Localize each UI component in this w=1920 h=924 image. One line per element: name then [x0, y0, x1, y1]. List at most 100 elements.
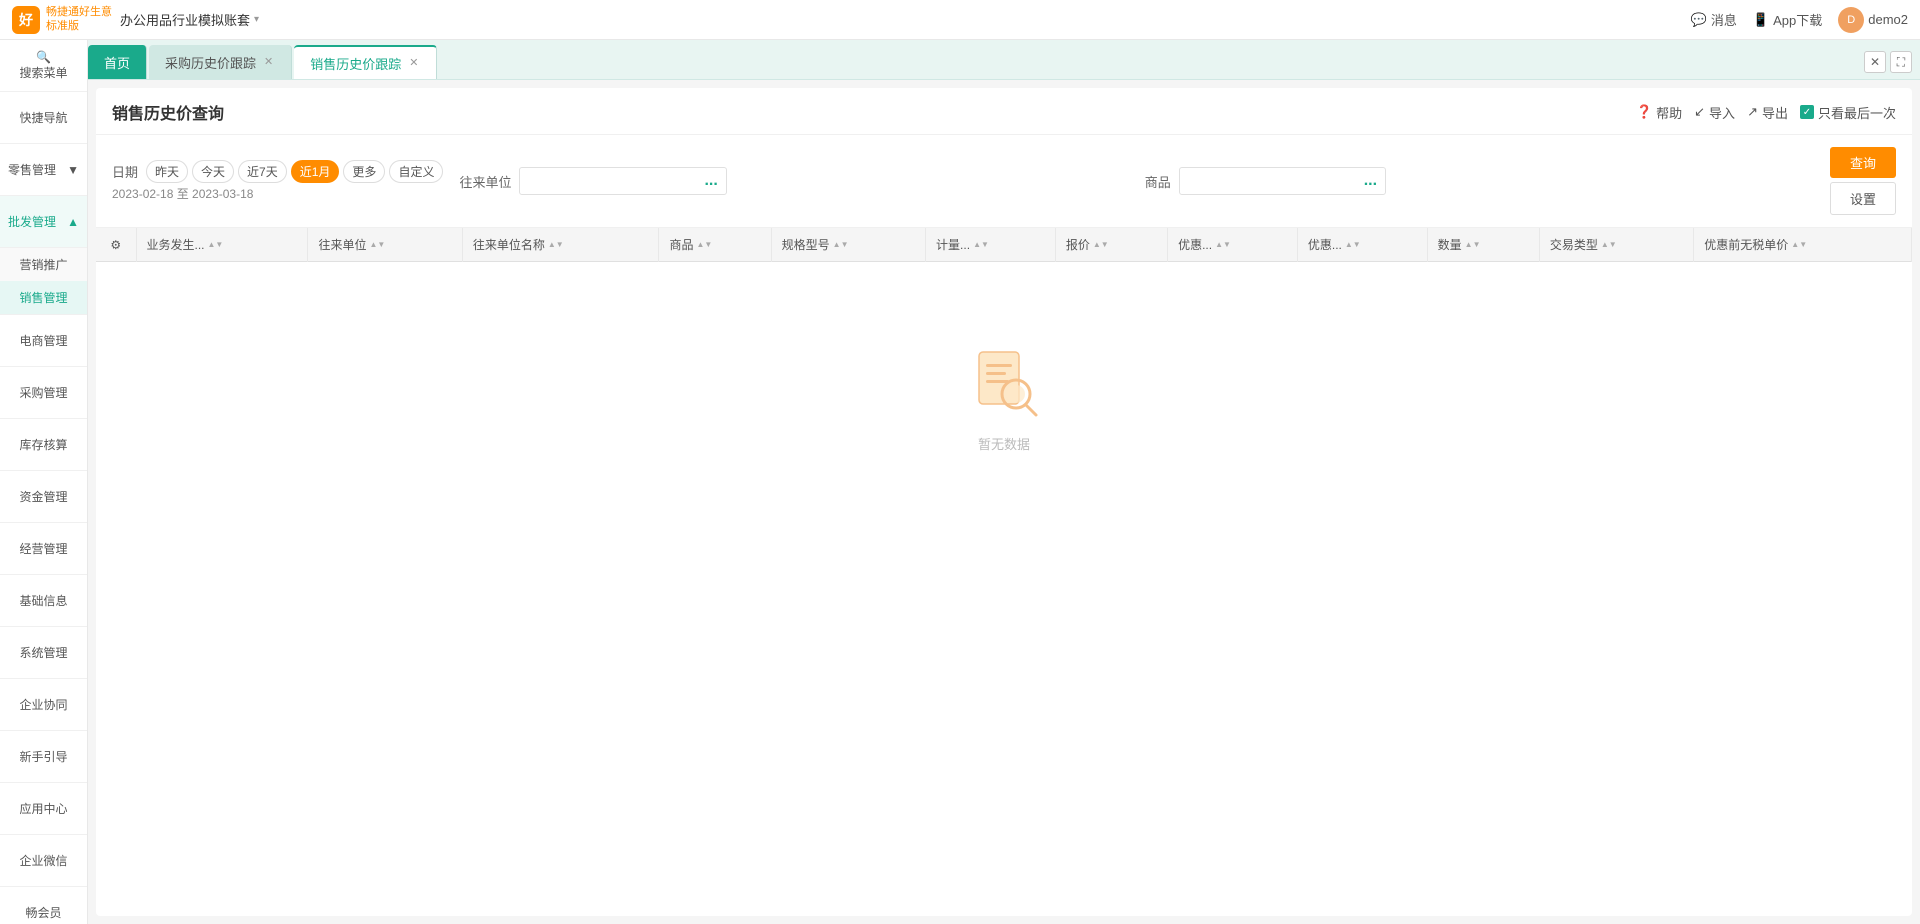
content-area: 首页 采购历史价跟踪 ✕ 销售历史价跟踪 ✕ ✕ ⛶ 销售历史价查询	[88, 40, 1920, 924]
checkbox-checked-icon: ✓	[1800, 105, 1814, 119]
tab-close-all-button[interactable]: ✕	[1864, 51, 1886, 73]
data-table: ⚙ 业务发生... ▲▼	[96, 228, 1912, 262]
only-last-checkbox-label[interactable]: ✓ 只看最后一次	[1800, 103, 1896, 122]
date-btn-more[interactable]: 更多	[343, 160, 385, 183]
column-quote-price[interactable]: 报价 ▲▼	[1055, 228, 1167, 262]
sidebar-item-sales[interactable]: 销售管理	[0, 281, 87, 314]
sidebar-item-wholesale[interactable]: 批发管理 ▲	[0, 196, 87, 248]
goods-input[interactable]	[1188, 174, 1364, 189]
date-btn-today[interactable]: 今天	[192, 160, 234, 183]
empty-text: 暂无数据	[978, 434, 1030, 453]
column-biz-date[interactable]: 业务发生... ▲▼	[136, 228, 308, 262]
partner-dots-button[interactable]: ...	[704, 172, 717, 190]
import-button[interactable]: ↙ 导入	[1694, 103, 1735, 122]
sidebar-item-ops[interactable]: 经营管理	[0, 523, 87, 575]
sidebar-item-search[interactable]: 🔍 搜索菜单	[0, 40, 87, 92]
app-selector-label: 办公用品行业模拟账套	[120, 10, 250, 29]
column-discount1[interactable]: 优惠... ▲▼	[1168, 228, 1298, 262]
search-icon: 🔍	[36, 50, 51, 64]
sidebar-item-enterprise[interactable]: 企业协同	[0, 679, 87, 731]
sidebar-item-newguide[interactable]: 新手引导	[0, 731, 87, 783]
sort-arrows-pretax-price: ▲▼	[1791, 241, 1807, 249]
column-partner-code[interactable]: 往来单位 ▲▼	[308, 228, 462, 262]
chevron-up-icon: ▲	[67, 215, 79, 229]
settings-button[interactable]: 设置	[1830, 182, 1896, 215]
tab-bar-right: ✕ ⛶	[1856, 45, 1920, 79]
sort-arrows-quote-price: ▲▼	[1093, 241, 1109, 249]
goods-dots-button[interactable]: ...	[1364, 172, 1377, 190]
help-icon: ❓	[1636, 104, 1652, 120]
avatar: D	[1838, 7, 1864, 33]
column-partner-name[interactable]: 往来单位名称 ▲▼	[462, 228, 659, 262]
tab-close-purchase-icon[interactable]: ✕	[262, 56, 275, 69]
tab-purchase-history[interactable]: 采购历史价跟踪 ✕	[149, 45, 292, 79]
sidebar-item-retail[interactable]: 零售管理 ▼	[0, 144, 87, 196]
sort-arrows-partner-code: ▲▼	[369, 241, 385, 249]
goods-filter-label: 商品	[1145, 172, 1171, 191]
column-discount2[interactable]: 优惠... ▲▼	[1297, 228, 1427, 262]
sort-arrows-unit: ▲▼	[973, 241, 989, 249]
tab-close-sales-icon[interactable]: ✕	[407, 57, 420, 70]
column-spec[interactable]: 规格型号 ▲▼	[771, 228, 925, 262]
date-btn-custom[interactable]: 自定义	[389, 160, 443, 183]
empty-state: 暂无数据	[96, 262, 1912, 533]
sort-arrows-biz-date: ▲▼	[208, 241, 224, 249]
sidebar-item-ecommerce[interactable]: 电商管理	[0, 315, 87, 367]
date-buttons: 昨天 今天 近7天 近1月 更多 自定义	[146, 160, 443, 183]
sidebar-item-inventory[interactable]: 库存核算	[0, 419, 87, 471]
page-body: 销售历史价查询 ❓ 帮助 ↙ 导入 ↗ 导出	[96, 88, 1912, 916]
sidebar-item-appcenter[interactable]: 应用中心	[0, 783, 87, 835]
download-icon: 📱	[1753, 12, 1769, 28]
filter-goods-group: 商品 ...	[1145, 167, 1814, 195]
app-download-button[interactable]: 📱 App下载	[1753, 10, 1822, 29]
partner-input[interactable]	[528, 174, 704, 189]
column-pretax-price[interactable]: 优惠前无税单价 ▲▼	[1694, 228, 1912, 262]
top-bar-left: 好 畅捷通好生意 标准版 办公用品行业模拟账套 ▾	[12, 6, 259, 34]
column-trade-type[interactable]: 交易类型 ▲▼	[1539, 228, 1693, 262]
sidebar-item-shortcut[interactable]: 快捷导航	[0, 92, 87, 144]
sidebar-item-basic[interactable]: 基础信息	[0, 575, 87, 627]
table-area: ⚙ 业务发生... ▲▼	[96, 228, 1912, 533]
tab-home[interactable]: 首页	[88, 45, 147, 79]
sidebar-item-wechat[interactable]: 企业微信	[0, 835, 87, 887]
app-selector[interactable]: 办公用品行业模拟账套 ▾	[120, 10, 259, 29]
empty-illustration	[964, 342, 1044, 422]
user-button[interactable]: D demo2	[1838, 7, 1908, 33]
column-unit[interactable]: 计量... ▲▼	[926, 228, 1056, 262]
sort-arrows-spec: ▲▼	[833, 241, 849, 249]
sidebar-item-marketing[interactable]: 营销推广	[0, 248, 87, 281]
sort-arrows-trade-type: ▲▼	[1601, 241, 1617, 249]
partner-filter-label: 往来单位	[459, 172, 511, 191]
filter-date-group: 日期 昨天 今天 近7天 近1月 更多 自定义	[112, 160, 443, 183]
sort-arrows-goods: ▲▼	[696, 241, 712, 249]
page-header: 销售历史价查询 ❓ 帮助 ↙ 导入 ↗ 导出	[96, 88, 1912, 135]
date-range-text: 2023-02-18 至 2023-03-18	[112, 185, 443, 202]
sidebar: 🔍 搜索菜单 快捷导航 零售管理 ▼ 批发管理 ▲ 营销推广 销售管理 电商管理…	[0, 40, 88, 924]
tab-sales-history[interactable]: 销售历史价跟踪 ✕	[294, 45, 437, 79]
column-goods[interactable]: 商品 ▲▼	[659, 228, 771, 262]
page-content: 销售历史价查询 ❓ 帮助 ↙ 导入 ↗ 导出	[88, 80, 1920, 924]
sidebar-item-finance[interactable]: 资金管理	[0, 471, 87, 523]
message-button[interactable]: 💬 消息	[1691, 10, 1737, 29]
sidebar-item-purchase[interactable]: 采购管理	[0, 367, 87, 419]
table-header-row: ⚙ 业务发生... ▲▼	[96, 228, 1912, 262]
main-layout: 🔍 搜索菜单 快捷导航 零售管理 ▼ 批发管理 ▲ 营销推广 销售管理 电商管理…	[0, 40, 1920, 924]
date-btn-yesterday[interactable]: 昨天	[146, 160, 188, 183]
gear-icon[interactable]: ⚙	[110, 238, 121, 252]
top-bar: 好 畅捷通好生意 标准版 办公用品行业模拟账套 ▾ 💬 消息 📱 App下载 D…	[0, 0, 1920, 40]
app-logo-text: 畅捷通好生意 标准版	[46, 6, 112, 32]
query-button[interactable]: 查询	[1830, 147, 1896, 178]
export-button[interactable]: ↗ 导出	[1747, 103, 1788, 122]
filter-area: 日期 昨天 今天 近7天 近1月 更多 自定义 2023-02-18 至 202…	[96, 135, 1912, 228]
column-gear: ⚙	[96, 228, 136, 262]
import-icon: ↙	[1694, 104, 1705, 120]
date-btn-7days[interactable]: 近7天	[238, 160, 287, 183]
tab-maximize-button[interactable]: ⛶	[1890, 51, 1912, 73]
sidebar-item-member[interactable]: 畅会员	[0, 887, 87, 924]
help-button[interactable]: ❓ 帮助	[1636, 103, 1682, 122]
date-btn-1month[interactable]: 近1月	[291, 160, 340, 183]
chevron-down-icon: ▾	[254, 14, 259, 25]
sidebar-item-system[interactable]: 系统管理	[0, 627, 87, 679]
column-qty[interactable]: 数量 ▲▼	[1427, 228, 1539, 262]
date-filter-label: 日期	[112, 162, 138, 181]
